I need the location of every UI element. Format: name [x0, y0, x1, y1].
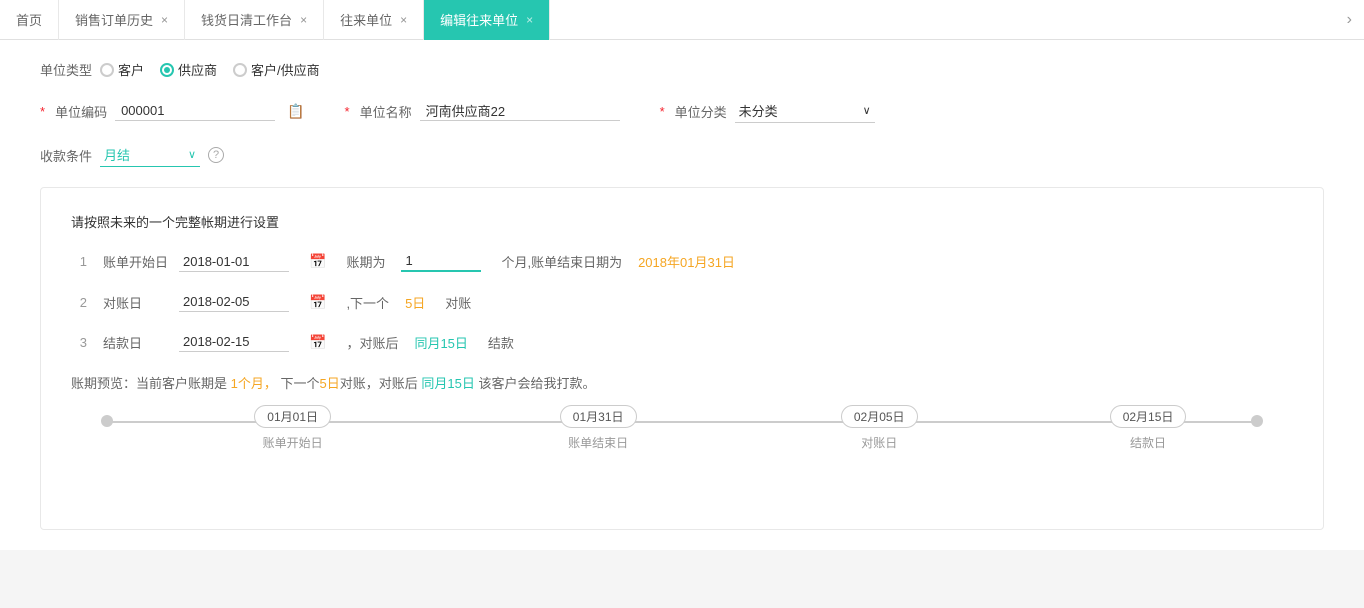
radio-customer[interactable]: 客户: [100, 60, 144, 79]
payment-terms-help-icon[interactable]: ?: [208, 147, 224, 163]
step-label-3: 结款日: [103, 333, 163, 352]
payment-terms-value: 月结: [104, 145, 184, 164]
unit-type-group: 单位类型 客户 供应商 客户/供应商: [40, 60, 320, 79]
step-label-1: 账单开始日: [103, 252, 163, 271]
timeline-node-label-3: 对账日: [861, 434, 897, 451]
unit-name-input[interactable]: [420, 101, 620, 121]
payment-terms-label: 收款条件: [40, 146, 92, 165]
tab-more-button[interactable]: ›: [1335, 11, 1364, 29]
unit-category-select[interactable]: 未分类 ∨: [735, 99, 875, 123]
unit-code-label: 单位编码: [55, 102, 107, 121]
radio-both-circle: [233, 63, 247, 77]
preview-payment-highlight: 同月15日: [421, 376, 474, 391]
tabs-bar: 首页 销售订单历史 × 钱货日清工作台 × 往来单位 × 编辑往来单位 × ›: [0, 0, 1364, 40]
preview-reconcile-prefix: 下一个: [281, 376, 320, 391]
unit-type-row: 单位类型 客户 供应商 客户/供应商: [40, 60, 1324, 79]
unit-code-required: *: [40, 104, 45, 119]
step-period-label: 账期为: [346, 252, 385, 271]
unit-type-label: 单位类型: [40, 60, 92, 79]
step-desc-prefix-3: ，对账后: [346, 333, 398, 352]
unit-name-label: 单位名称: [360, 102, 412, 121]
page-content: 单位类型 客户 供应商 客户/供应商 * 单位编码: [0, 40, 1364, 550]
step-period-input[interactable]: [401, 251, 481, 272]
tab-close-cash-work[interactable]: ×: [300, 13, 307, 27]
timeline-node-label-1: 账单开始日: [263, 434, 323, 451]
step-calendar-icon-1[interactable]: 📅: [309, 253, 326, 270]
timeline-node-label-4: 结款日: [1130, 434, 1166, 451]
preview-reconcile-highlight: 5日: [320, 376, 340, 391]
step-num-3: 3: [71, 335, 87, 350]
unit-category-arrow: ∨: [863, 104, 871, 117]
timeline: 01月01日 账单开始日 01月31日 账单结束日 02月05日 对账日 02月…: [71, 405, 1293, 475]
timeline-node-label-2: 账单结束日: [568, 434, 628, 451]
tab-edit-partner[interactable]: 编辑往来单位 ×: [424, 0, 550, 40]
timeline-node-box-3: 02月05日: [841, 405, 918, 428]
tab-sales-history[interactable]: 销售订单历史 ×: [59, 0, 185, 40]
radio-both[interactable]: 客户/供应商: [233, 60, 320, 79]
step-row-2: 2 对账日 📅 ,下一个 5日 对账: [71, 292, 1293, 312]
unit-name-required: *: [345, 104, 350, 119]
unit-category-group: * 单位分类 未分类 ∨: [660, 99, 875, 123]
tab-cash-work[interactable]: 钱货日清工作台 ×: [185, 0, 324, 40]
step-desc-prefix-2: ,下一个: [346, 293, 389, 312]
tab-home[interactable]: 首页: [0, 0, 59, 40]
timeline-node-4: 02月15日 结款日: [1110, 405, 1187, 451]
period-section: 请按照未来的一个完整帐期进行设置 1 账单开始日 📅 账期为 个月,账单结束日期…: [40, 187, 1324, 530]
step-desc-suffix-2: 对账: [445, 293, 471, 312]
step-num-1: 1: [71, 254, 87, 269]
preview-row: 账期预览：当前客户账期是 1个月， 下一个5日对账，对账后 同月15日 该客户会…: [71, 372, 1293, 395]
unit-category-value: 未分类: [739, 101, 859, 120]
timeline-right-dot: [1251, 415, 1263, 427]
step-date-input-3[interactable]: [179, 332, 289, 352]
preview-prefix: 账期预览：当前客户账期是: [71, 376, 227, 391]
payment-terms-row: 收款条件 月结 ∨ ?: [40, 143, 1324, 167]
timeline-node-box-2: 01月31日: [560, 405, 637, 428]
radio-supplier-circle: [160, 63, 174, 77]
unit-code-icon[interactable]: 📋: [287, 103, 304, 120]
step-date-input-1[interactable]: [179, 252, 289, 272]
timeline-node-3: 02月05日 对账日: [841, 405, 918, 451]
preview-month: 1个月，: [231, 376, 277, 391]
payment-terms-arrow: ∨: [188, 148, 196, 161]
unit-code-input[interactable]: [115, 101, 275, 121]
step-period-end: 2018年01月31日: [638, 252, 735, 271]
step-desc-suffix-3: 结款: [488, 333, 514, 352]
section-title: 请按照未来的一个完整帐期进行设置: [71, 212, 1293, 231]
tab-close-sales-history[interactable]: ×: [161, 13, 168, 27]
payment-terms-group: 收款条件 月结 ∨ ?: [40, 143, 224, 167]
step-period-unit: 个月,账单结束日期为: [501, 252, 622, 271]
radio-customer-circle: [100, 63, 114, 77]
tab-partner[interactable]: 往来单位 ×: [324, 0, 424, 40]
unit-code-group: * 单位编码 📋: [40, 101, 305, 121]
step-num-2: 2: [71, 295, 87, 310]
step-row-3: 3 结款日 📅 ，对账后同月15日 结款: [71, 332, 1293, 352]
tab-close-edit-partner[interactable]: ×: [526, 13, 533, 27]
unit-category-label: 单位分类: [675, 102, 727, 121]
step-calendar-icon-2[interactable]: 📅: [309, 294, 326, 311]
radio-supplier[interactable]: 供应商: [160, 60, 217, 79]
timeline-node-2: 01月31日 账单结束日: [560, 405, 637, 451]
unit-name-group: * 单位名称: [345, 101, 620, 121]
step-desc-highlight-3: 同月15日: [414, 333, 467, 352]
step-desc-highlight-2: 5日: [405, 293, 425, 312]
timeline-node-box-1: 01月01日: [254, 405, 331, 428]
unit-info-row: * 单位编码 📋 * 单位名称 * 单位分类 未分类 ∨: [40, 99, 1324, 123]
tab-close-partner[interactable]: ×: [400, 13, 407, 27]
step-date-input-2[interactable]: [179, 292, 289, 312]
step-label-2: 对账日: [103, 293, 163, 312]
preview-payment-suffix: 该客户会给我打款。: [478, 376, 595, 391]
step-row-1: 1 账单开始日 📅 账期为 个月,账单结束日期为 2018年01月31日: [71, 251, 1293, 272]
timeline-node-box-4: 02月15日: [1110, 405, 1187, 428]
unit-category-required: *: [660, 104, 665, 119]
preview-reconcile-suffix: 对账，对账后: [340, 376, 418, 391]
step-calendar-icon-3[interactable]: 📅: [309, 334, 326, 351]
timeline-node-1: 01月01日 账单开始日: [254, 405, 331, 451]
radio-group-unit-type: 客户 供应商 客户/供应商: [100, 60, 320, 79]
payment-terms-select[interactable]: 月结 ∨: [100, 143, 200, 167]
